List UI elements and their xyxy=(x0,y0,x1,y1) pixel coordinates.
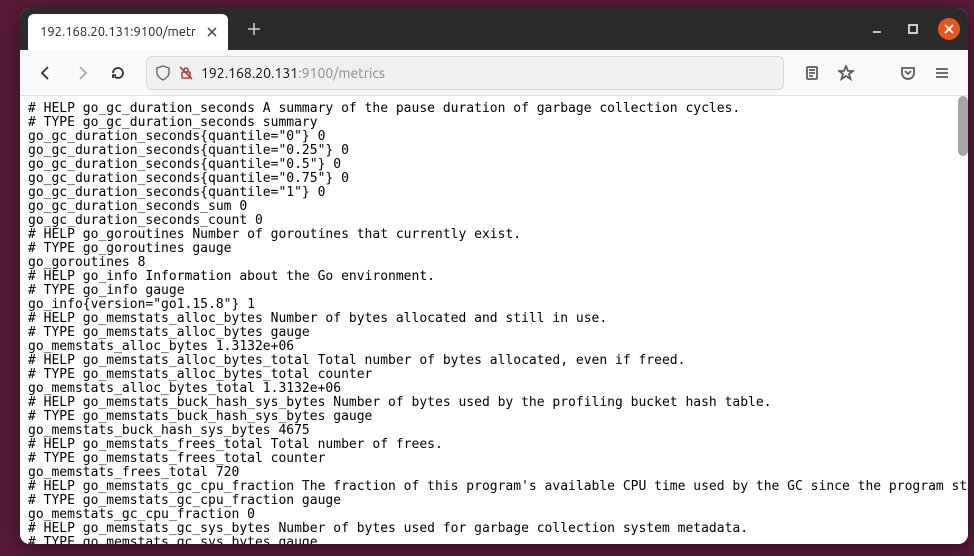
reload-icon xyxy=(110,65,126,81)
toolbar-right xyxy=(796,57,958,89)
insecure-lock-icon[interactable] xyxy=(179,66,193,80)
close-icon xyxy=(207,27,217,37)
url-port: :9100 xyxy=(298,65,333,81)
window-close-button[interactable] xyxy=(938,18,960,40)
minimize-button[interactable] xyxy=(866,18,888,40)
pocket-button[interactable] xyxy=(892,57,924,89)
close-icon xyxy=(943,23,955,35)
tab-title: 192.168.20.131:9100/metric xyxy=(40,25,196,39)
browser-tab[interactable]: 192.168.20.131:9100/metric xyxy=(28,14,228,50)
plus-icon xyxy=(247,22,261,36)
window-controls xyxy=(866,18,960,40)
toolbar: 192.168.20.131:9100/metrics xyxy=(20,50,968,96)
reload-button[interactable] xyxy=(102,57,134,89)
app-menu-button[interactable] xyxy=(926,57,958,89)
url-path: /metrics xyxy=(333,65,385,81)
back-button[interactable] xyxy=(30,57,62,89)
maximize-icon xyxy=(907,23,919,35)
forward-button[interactable] xyxy=(66,57,98,89)
maximize-button[interactable] xyxy=(902,18,924,40)
scrollbar-thumb[interactable] xyxy=(958,96,968,156)
arrow-left-icon xyxy=(38,65,54,81)
metrics-text: # HELP go_gc_duration_seconds A summary … xyxy=(20,96,968,544)
pocket-icon xyxy=(900,65,916,81)
bookmark-button[interactable] xyxy=(830,57,862,89)
reader-icon xyxy=(804,65,820,81)
arrow-right-icon xyxy=(74,65,90,81)
titlebar: 192.168.20.131:9100/metric xyxy=(20,8,968,50)
tab-close-button[interactable] xyxy=(204,24,220,40)
url-host: 192.168.20.131 xyxy=(201,65,298,81)
star-icon xyxy=(838,65,854,81)
page-content[interactable]: # HELP go_gc_duration_seconds A summary … xyxy=(20,96,968,544)
hamburger-icon xyxy=(934,65,950,81)
new-tab-button[interactable] xyxy=(240,15,268,43)
browser-window: 192.168.20.131:9100/metric xyxy=(20,8,968,544)
reader-mode-button[interactable] xyxy=(796,57,828,89)
url-text: 192.168.20.131:9100/metrics xyxy=(201,65,775,81)
tracking-shield-icon[interactable] xyxy=(155,65,171,81)
url-bar[interactable]: 192.168.20.131:9100/metrics xyxy=(146,56,784,90)
minimize-icon xyxy=(871,23,883,35)
